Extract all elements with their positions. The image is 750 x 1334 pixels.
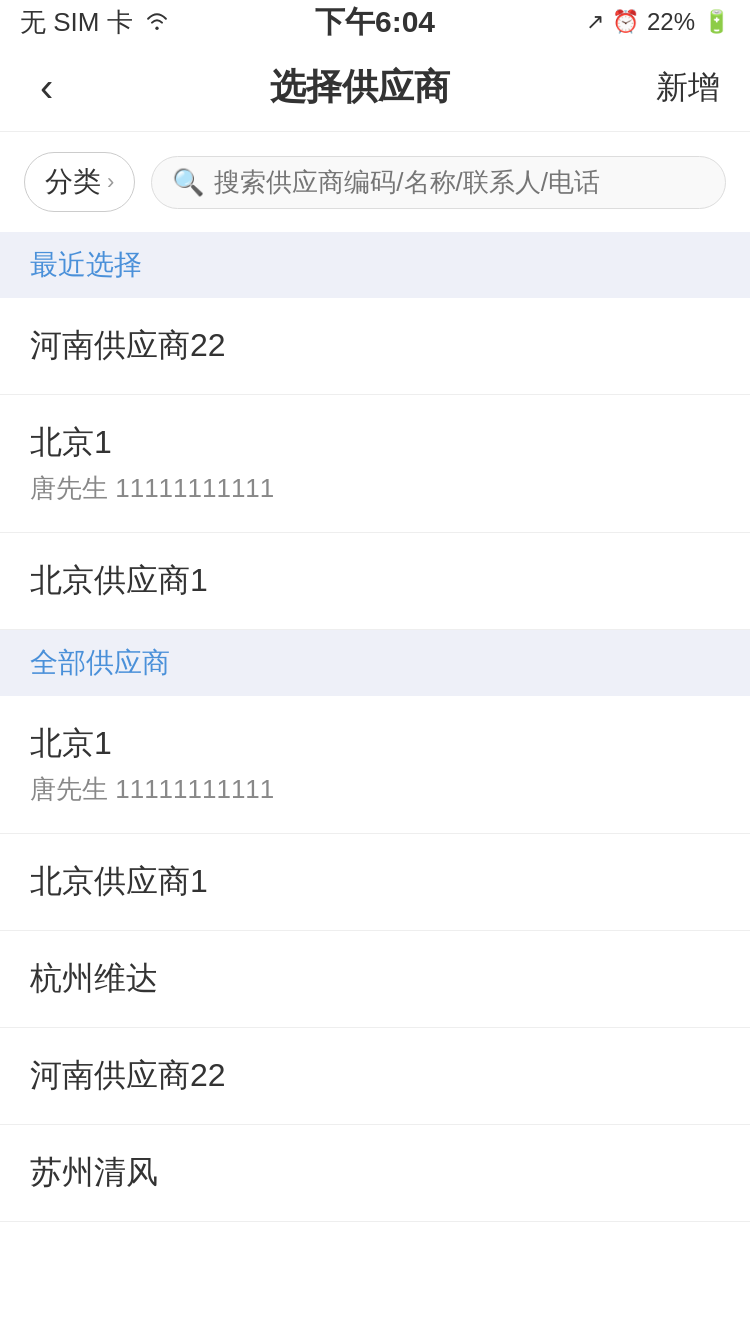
all-section-header: 全部供应商 bbox=[0, 630, 750, 696]
list-item[interactable]: 河南供应商22 bbox=[0, 1028, 750, 1125]
item-name: 北京供应商1 bbox=[30, 860, 720, 904]
item-name: 北京1 bbox=[30, 722, 720, 766]
list-item[interactable]: 北京供应商1 bbox=[0, 834, 750, 931]
status-right: ↗ ⏰ 22% 🔋 bbox=[586, 8, 730, 36]
status-time: 下午6:04 bbox=[315, 2, 435, 43]
item-name: 苏州清风 bbox=[30, 1151, 720, 1195]
search-icon: 🔍 bbox=[172, 167, 204, 198]
page-title: 选择供应商 bbox=[270, 63, 450, 112]
list-item[interactable]: 杭州维达 bbox=[0, 931, 750, 1028]
list-item[interactable]: 河南供应商22 bbox=[0, 298, 750, 395]
back-button[interactable]: ‹ bbox=[30, 55, 63, 120]
list-item[interactable]: 北京供应商1 bbox=[0, 533, 750, 630]
item-name: 杭州维达 bbox=[30, 957, 720, 1001]
search-input-wrapper: 🔍 bbox=[151, 156, 726, 209]
all-section-label: 全部供应商 bbox=[30, 647, 170, 678]
recent-items-list: 河南供应商22 北京1 唐先生 11111111111 北京供应商1 bbox=[0, 298, 750, 630]
no-sim-text: 无 SIM 卡 bbox=[20, 5, 133, 40]
alarm-icon: ⏰ bbox=[612, 9, 639, 35]
search-bar: 分类 › 🔍 bbox=[0, 132, 750, 232]
wifi-icon bbox=[143, 7, 171, 38]
all-items-list: 北京1 唐先生 11111111111 北京供应商1 杭州维达河南供应商22 苏州清风 bbox=[0, 696, 750, 1222]
battery-icon: 🔋 bbox=[703, 9, 730, 35]
chevron-right-icon: › bbox=[107, 169, 114, 195]
list-item[interactable]: 苏州清风 bbox=[0, 1125, 750, 1222]
item-name: 河南供应商22 bbox=[30, 1054, 720, 1098]
nav-bar: ‹ 选择供应商 新增 bbox=[0, 44, 750, 132]
category-button[interactable]: 分类 › bbox=[24, 152, 135, 212]
status-bar: 无 SIM 卡 下午6:04 ↗ ⏰ 22% 🔋 bbox=[0, 0, 750, 44]
category-label: 分类 bbox=[45, 163, 101, 201]
item-name: 北京供应商1 bbox=[30, 559, 720, 603]
search-input[interactable] bbox=[214, 167, 705, 198]
list-item[interactable]: 北京1 唐先生 11111111111 bbox=[0, 696, 750, 834]
status-left: 无 SIM 卡 bbox=[20, 5, 171, 40]
item-sub: 唐先生 11111111111 bbox=[30, 471, 720, 506]
item-name: 北京1 bbox=[30, 421, 720, 465]
location-icon: ↗ bbox=[586, 9, 604, 35]
recent-section-header: 最近选择 bbox=[0, 232, 750, 298]
item-sub: 唐先生 11111111111 bbox=[30, 772, 720, 807]
battery-text: 22% bbox=[647, 8, 695, 36]
recent-section-label: 最近选择 bbox=[30, 249, 142, 280]
item-name: 河南供应商22 bbox=[30, 324, 720, 368]
list-item[interactable]: 北京1 唐先生 11111111111 bbox=[0, 395, 750, 533]
new-action-button[interactable]: 新增 bbox=[656, 66, 720, 110]
